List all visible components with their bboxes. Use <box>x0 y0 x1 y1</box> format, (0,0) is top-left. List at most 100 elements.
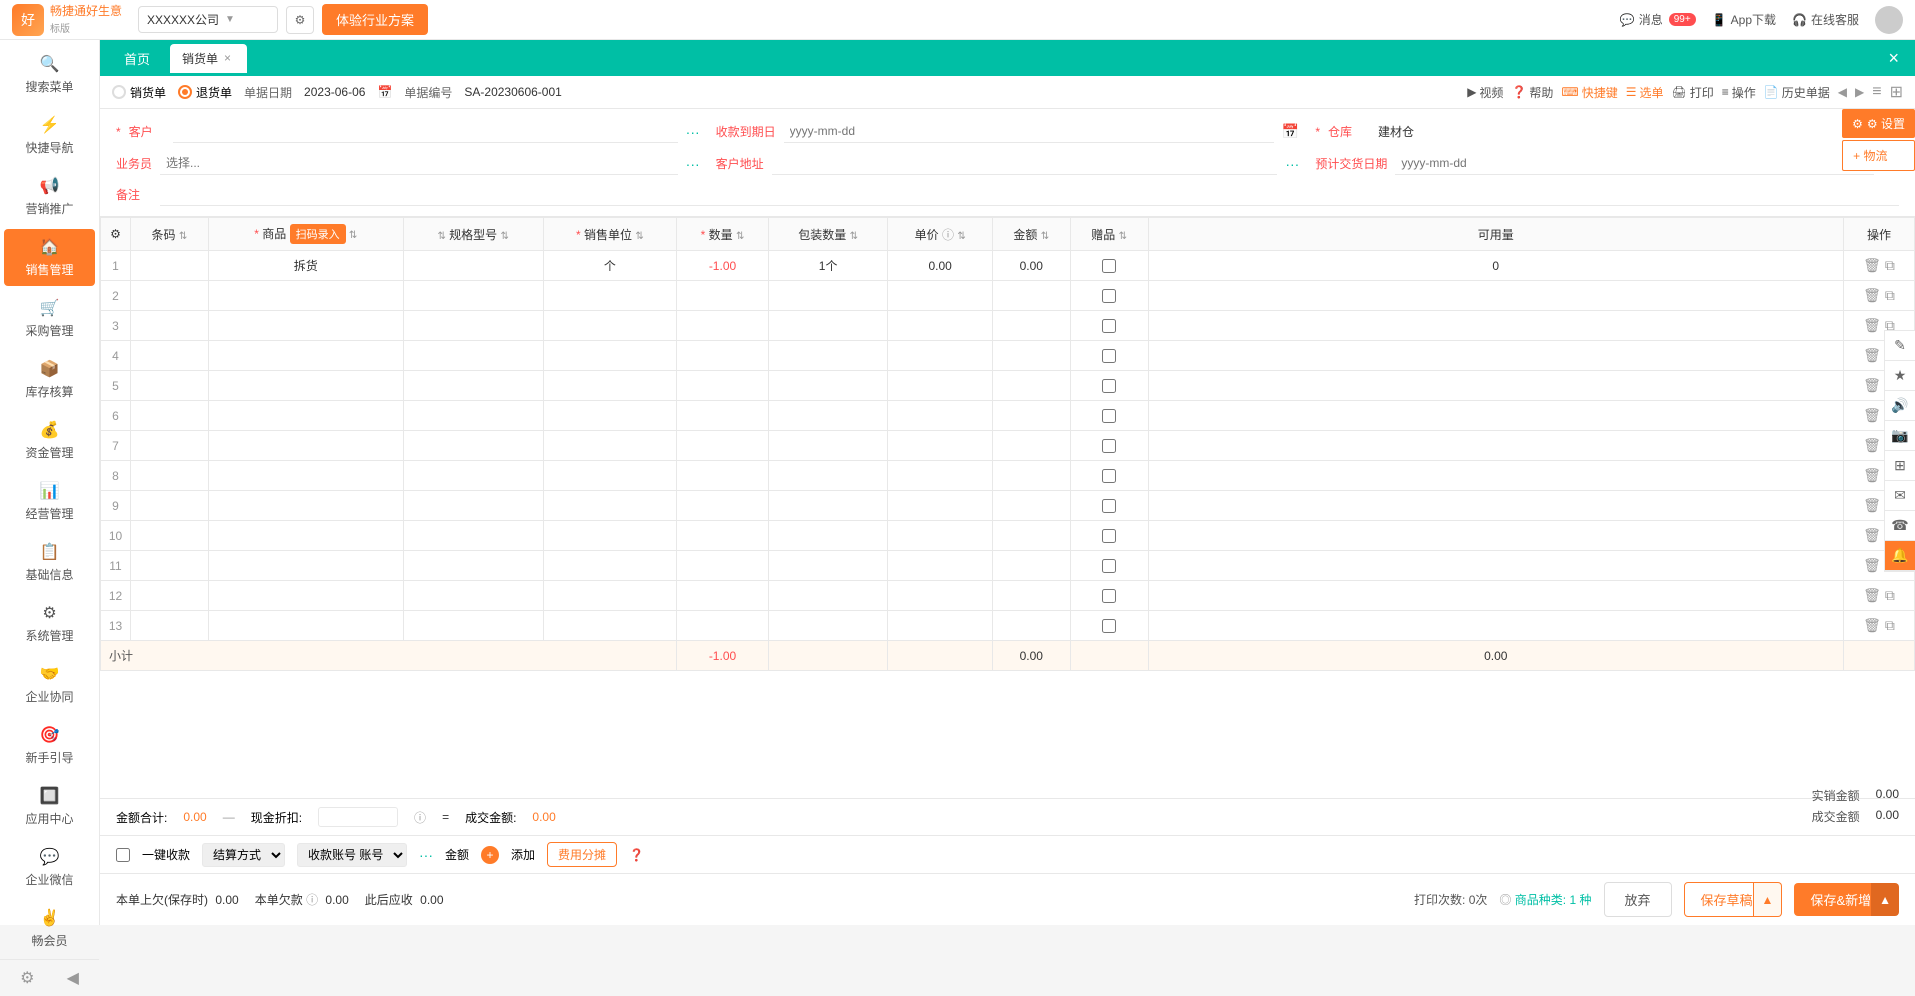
cell-pkg-qty-11[interactable] <box>768 581 888 611</box>
cell-unit-12[interactable] <box>543 611 676 641</box>
cell-qty-3[interactable] <box>677 341 769 371</box>
delete-icon-8[interactable]: 🗑 <box>1863 497 1881 514</box>
payment-more-icon[interactable]: ··· <box>419 847 433 863</box>
cell-price-3[interactable] <box>888 341 993 371</box>
cell-qty-5[interactable] <box>677 401 769 431</box>
gift-checkbox-9[interactable] <box>1102 529 1116 543</box>
cell-gift-5[interactable] <box>1070 401 1148 431</box>
gift-checkbox-4[interactable] <box>1102 379 1116 393</box>
float-btn-phone[interactable]: ☎ <box>1885 511 1915 541</box>
cell-product-12[interactable] <box>208 611 403 641</box>
sidebar-item-basic[interactable]: 📋 基础信息 <box>4 534 95 591</box>
copy-icon-12[interactable]: ⧉ <box>1885 617 1895 634</box>
gift-checkbox-12[interactable] <box>1102 619 1116 633</box>
cell-spec-3[interactable] <box>403 341 543 371</box>
radio-return-order[interactable]: 退货单 <box>178 84 232 101</box>
tab-close-icon[interactable]: × <box>224 51 231 65</box>
cell-amount-6[interactable] <box>992 431 1070 461</box>
cell-spec-8[interactable] <box>403 491 543 521</box>
cell-barcode-2[interactable] <box>131 311 209 341</box>
cell-price-2[interactable] <box>888 311 993 341</box>
cell-pkg-qty-1[interactable] <box>768 281 888 311</box>
sidebar-item-system[interactable]: ⚙ 系统管理 <box>4 595 95 652</box>
nav-prev-icon[interactable]: ◀ <box>1838 85 1847 99</box>
cell-unit-10[interactable] <box>543 551 676 581</box>
delete-icon-12[interactable]: 🗑 <box>1863 617 1881 634</box>
cell-price-1[interactable] <box>888 281 993 311</box>
tab-close-far-icon[interactable]: × <box>1880 48 1907 69</box>
cell-gift-8[interactable] <box>1070 491 1148 521</box>
sort-icon-gift[interactable]: ⇅ <box>1119 231 1127 242</box>
delete-icon-10[interactable]: 🗑 <box>1863 557 1881 574</box>
cell-spec-12[interactable] <box>403 611 543 641</box>
gift-checkbox-8[interactable] <box>1102 499 1116 513</box>
gift-checkbox-1[interactable] <box>1102 289 1116 303</box>
nav-next-icon[interactable]: ▶ <box>1855 85 1864 99</box>
cell-spec-4[interactable] <box>403 371 543 401</box>
cell-pkg-qty-10[interactable] <box>768 551 888 581</box>
cell-spec-9[interactable] <box>403 521 543 551</box>
cell-unit-4[interactable] <box>543 371 676 401</box>
cell-price-7[interactable] <box>888 461 993 491</box>
cell-amount-3[interactable] <box>992 341 1070 371</box>
notes-input[interactable] <box>160 183 1899 206</box>
cell-unit-5[interactable] <box>543 401 676 431</box>
float-btn-grid[interactable]: ⊞ <box>1885 451 1915 481</box>
cell-amount-0[interactable]: 0.00 <box>992 251 1070 281</box>
copy-icon-0[interactable]: ⧉ <box>1885 257 1895 274</box>
delete-icon-11[interactable]: 🗑 <box>1863 587 1881 604</box>
cell-unit-2[interactable] <box>543 311 676 341</box>
discard-button[interactable]: 放弃 <box>1604 882 1672 917</box>
cell-amount-11[interactable] <box>992 581 1070 611</box>
cell-unit-11[interactable] <box>543 581 676 611</box>
cell-barcode-12[interactable] <box>131 611 209 641</box>
cell-gift-9[interactable] <box>1070 521 1148 551</box>
cell-pkg-qty-8[interactable] <box>768 491 888 521</box>
cell-qty-4[interactable] <box>677 371 769 401</box>
delete-icon-3[interactable]: 🗑 <box>1863 347 1881 364</box>
gift-checkbox-11[interactable] <box>1102 589 1116 603</box>
cell-pkg-qty-6[interactable] <box>768 431 888 461</box>
save-new-button[interactable]: 保存&新增 <box>1794 883 1871 916</box>
payment-calendar-icon[interactable]: 📅 <box>1282 123 1299 140</box>
salesperson-input[interactable] <box>160 152 678 175</box>
customer-address-input[interactable] <box>772 152 1278 175</box>
delete-icon-9[interactable]: 🗑 <box>1863 527 1881 544</box>
gift-checkbox-2[interactable] <box>1102 319 1116 333</box>
delete-icon-7[interactable]: 🗑 <box>1863 467 1881 484</box>
sort-icon-unit[interactable]: ⇅ <box>635 231 643 242</box>
cell-barcode-8[interactable] <box>131 491 209 521</box>
sort-icon-barcode[interactable]: ⇅ <box>179 231 187 242</box>
payment-date-input[interactable] <box>784 120 1274 143</box>
cell-product-10[interactable] <box>208 551 403 581</box>
save-draft-button[interactable]: 保存草稿 <box>1684 882 1754 917</box>
info-icon[interactable]: ⓘ <box>414 809 426 826</box>
cell-unit-8[interactable] <box>543 491 676 521</box>
cell-pkg-qty-4[interactable] <box>768 371 888 401</box>
cell-spec-6[interactable] <box>403 431 543 461</box>
cell-barcode-3[interactable] <box>131 341 209 371</box>
sort-icon-amount[interactable]: ⇅ <box>1041 231 1049 242</box>
copy-icon-11[interactable]: ⧉ <box>1885 587 1895 604</box>
sidebar-item-appstore[interactable]: 🔲 应用中心 <box>4 778 95 835</box>
sidebar-collapse-btn[interactable]: ◀ <box>67 968 79 988</box>
cell-barcode-6[interactable] <box>131 431 209 461</box>
fee-split-btn[interactable]: 费用分摊 <box>547 842 617 867</box>
cell-qty-12[interactable] <box>677 611 769 641</box>
sidebar-item-search[interactable]: 🔍 搜索菜单 <box>4 46 95 103</box>
salesperson-select-icon[interactable]: ··· <box>686 156 700 172</box>
cell-amount-2[interactable] <box>992 311 1070 341</box>
sidebar-settings-btn[interactable]: ⚙ <box>20 968 34 988</box>
cell-gift-11[interactable] <box>1070 581 1148 611</box>
tab-sales-order[interactable]: 销货单 × <box>170 44 247 73</box>
gift-checkbox-7[interactable] <box>1102 469 1116 483</box>
cell-spec-11[interactable] <box>403 581 543 611</box>
choose-btn[interactable]: ☰ 选单 <box>1626 84 1664 101</box>
float-btn-mail[interactable]: ✉ <box>1885 481 1915 511</box>
tab-home[interactable]: 首页 <box>108 43 166 74</box>
one-click-checkbox[interactable] <box>116 848 130 862</box>
float-btn-audio[interactable]: 🔊 <box>1885 391 1915 421</box>
cell-barcode-1[interactable] <box>131 281 209 311</box>
sidebar-item-operation[interactable]: 📊 经营管理 <box>4 473 95 530</box>
sidebar-item-enterprise[interactable]: 🤝 企业协同 <box>4 656 95 713</box>
